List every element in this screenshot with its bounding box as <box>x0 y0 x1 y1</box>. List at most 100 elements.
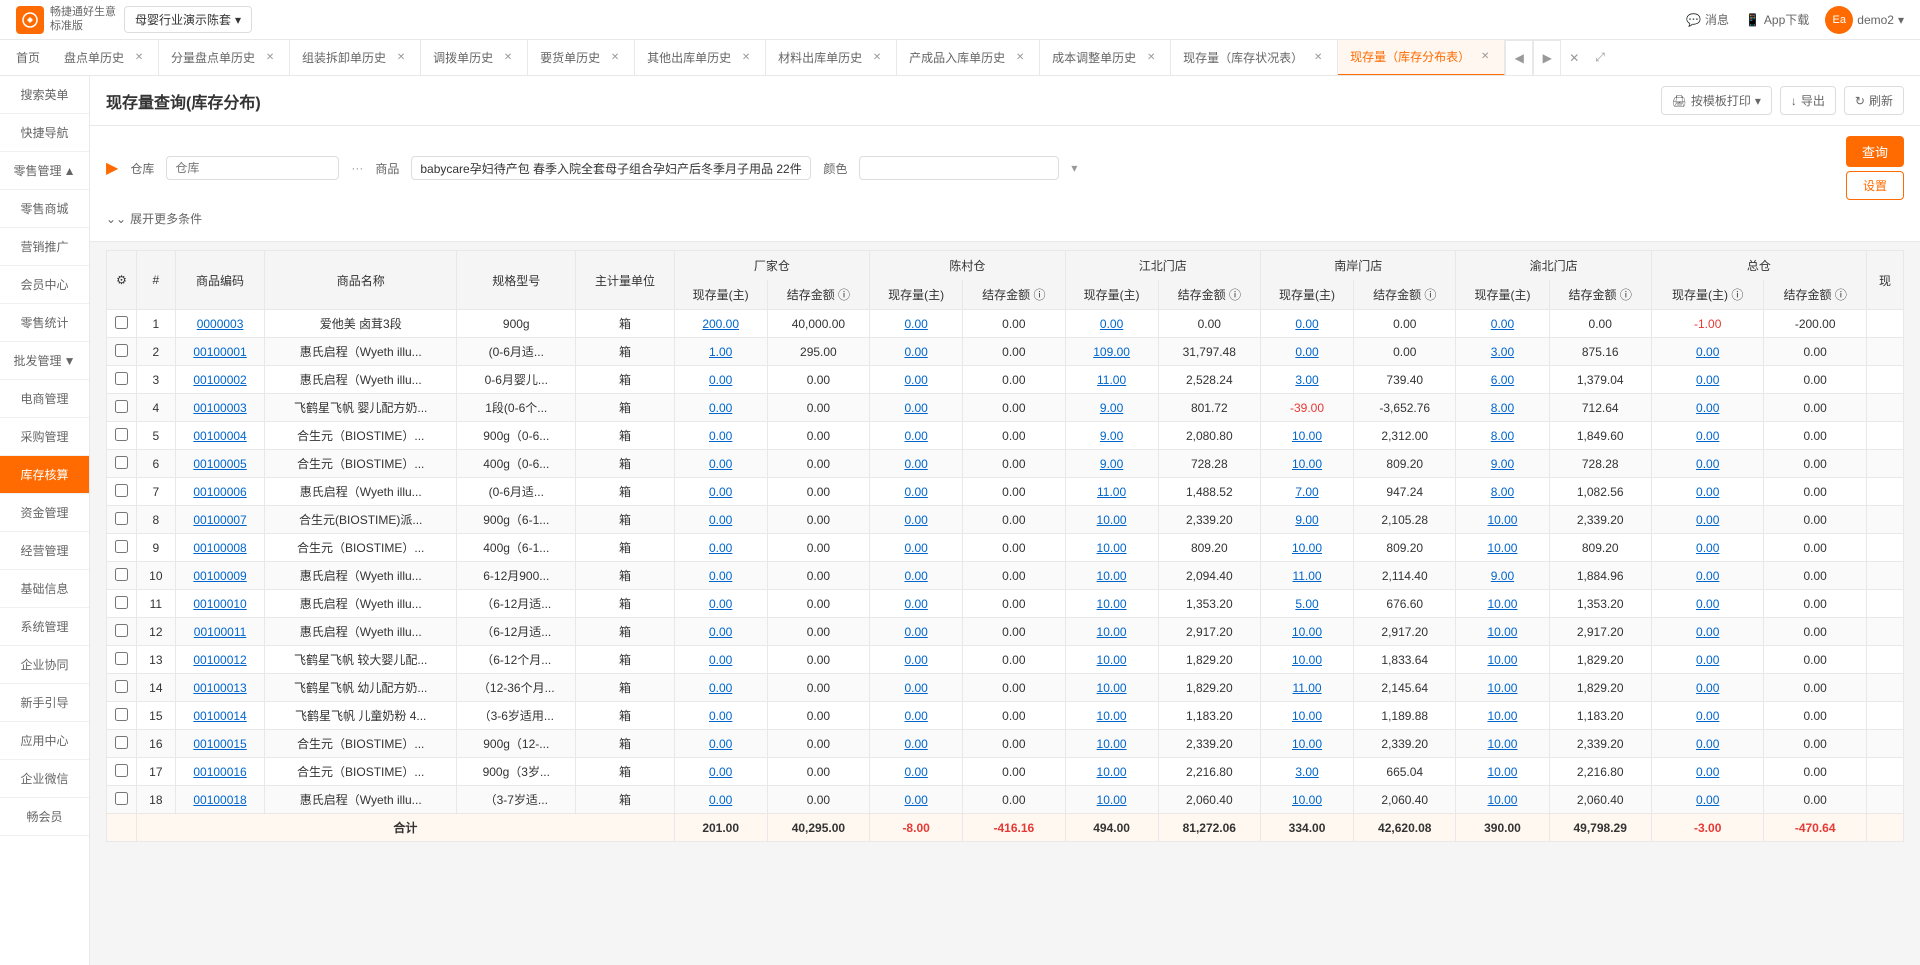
nanan-stock-link[interactable]: 3.00 <box>1295 373 1318 387</box>
jiangbei-stock-link[interactable]: 10.00 <box>1097 541 1127 555</box>
code-link[interactable]: 00100005 <box>193 457 246 471</box>
chen-stock-link[interactable]: 0.00 <box>904 765 927 779</box>
jiangbei-stock-link[interactable]: 10.00 <box>1097 653 1127 667</box>
jiangbei-stock-link[interactable]: 10.00 <box>1097 793 1127 807</box>
yubei-stock-link[interactable]: 10.00 <box>1487 513 1517 527</box>
factory-stock-link[interactable]: 0.00 <box>709 541 732 555</box>
tab-other-out[interactable]: 其他出库单历史 ✕ <box>635 40 766 76</box>
yubei-stock-link[interactable]: 9.00 <box>1491 457 1514 471</box>
user-area[interactable]: Ea demo2 ▾ <box>1825 6 1904 34</box>
sidebar-item-inventory[interactable]: 库存核算 <box>0 456 89 494</box>
jiangbei-stock-link[interactable]: 10.00 <box>1097 737 1127 751</box>
row-checkbox[interactable] <box>115 428 128 441</box>
factory-stock-link[interactable]: 0.00 <box>709 597 732 611</box>
chen-stock-link[interactable]: 0.00 <box>904 429 927 443</box>
cell-checkbox[interactable] <box>107 422 137 450</box>
code-link[interactable]: 00100006 <box>193 485 246 499</box>
factory-stock-link[interactable]: 0.00 <box>709 485 732 499</box>
yubei-stock-link[interactable]: 8.00 <box>1491 401 1514 415</box>
chen-stock-link[interactable]: 0.00 <box>904 401 927 415</box>
total-stock-link[interactable]: 0.00 <box>1696 709 1719 723</box>
jiangbei-stock-link[interactable]: 11.00 <box>1097 485 1126 499</box>
total-stock-link[interactable]: 0.00 <box>1696 429 1719 443</box>
sidebar-item-finance[interactable]: 资金管理 <box>0 494 89 532</box>
settings-button[interactable]: 设置 <box>1846 171 1904 200</box>
tab-cost-adjust[interactable]: 成本调整单历史 ✕ <box>1040 40 1171 76</box>
yubei-stock-link[interactable]: 8.00 <box>1491 485 1514 499</box>
yubei-stock-link[interactable]: 10.00 <box>1487 765 1517 779</box>
app-download-action[interactable]: 📱 App下载 <box>1745 11 1809 28</box>
row-checkbox[interactable] <box>115 344 128 357</box>
nanan-stock-link[interactable]: 10.00 <box>1292 429 1322 443</box>
code-link[interactable]: 00100015 <box>193 737 246 751</box>
nanan-stock-link[interactable]: 5.00 <box>1295 597 1318 611</box>
cell-checkbox[interactable] <box>107 450 137 478</box>
row-checkbox[interactable] <box>115 708 128 721</box>
chen-stock-link[interactable]: 0.00 <box>904 737 927 751</box>
tab-close-purchase[interactable]: ✕ <box>608 51 622 65</box>
tab-close-product-in[interactable]: ✕ <box>1013 51 1027 65</box>
tab-material-out[interactable]: 材料出库单历史 ✕ <box>766 40 897 76</box>
chen-stock-link[interactable]: 0.00 <box>904 317 927 331</box>
code-link[interactable]: 00100014 <box>193 709 246 723</box>
yubei-stock-link[interactable]: 10.00 <box>1487 793 1517 807</box>
total-stock-link[interactable]: 0.00 <box>1696 569 1719 583</box>
row-checkbox[interactable] <box>115 736 128 749</box>
code-link[interactable]: 00100018 <box>193 793 246 807</box>
code-link[interactable]: 0000003 <box>197 317 244 331</box>
factory-stock-link[interactable]: 200.00 <box>702 317 739 331</box>
code-link[interactable]: 00100011 <box>194 625 247 639</box>
tab-product-in[interactable]: 产成品入库单历史 ✕ <box>897 40 1040 76</box>
row-checkbox[interactable] <box>115 540 128 553</box>
sidebar-item-operation[interactable]: 经营管理 <box>0 532 89 570</box>
query-button[interactable]: 查询 <box>1846 136 1904 167</box>
yubei-stock-link[interactable]: 10.00 <box>1487 737 1517 751</box>
yubei-stock-link[interactable]: 10.00 <box>1487 653 1517 667</box>
chen-stock-link[interactable]: 0.00 <box>904 653 927 667</box>
cell-checkbox[interactable] <box>107 562 137 590</box>
code-link[interactable]: 00100008 <box>193 541 246 555</box>
goods-input[interactable] <box>411 156 811 180</box>
yubei-stock-link[interactable]: 9.00 <box>1491 569 1514 583</box>
cell-checkbox[interactable] <box>107 338 137 366</box>
chen-stock-link[interactable]: 0.00 <box>904 373 927 387</box>
row-checkbox[interactable] <box>115 764 128 777</box>
row-checkbox[interactable] <box>115 400 128 413</box>
chen-stock-link[interactable]: 0.00 <box>904 681 927 695</box>
code-link[interactable]: 00100012 <box>193 653 246 667</box>
sidebar-item-wholesale[interactable]: 批发管理 ▼ <box>0 342 89 380</box>
jiangbei-stock-link[interactable]: 10.00 <box>1097 709 1127 723</box>
sidebar-item-retail-stats[interactable]: 零售统计 <box>0 304 89 342</box>
total-stock-link[interactable]: 0.00 <box>1696 541 1719 555</box>
nanan-stock-link[interactable]: 10.00 <box>1292 625 1322 639</box>
code-link[interactable]: 00100007 <box>193 513 246 527</box>
nanan-stock-link[interactable]: 10.00 <box>1292 541 1322 555</box>
tab-expand-btn[interactable]: ⤢ <box>1587 50 1613 65</box>
factory-stock-link[interactable]: 0.00 <box>709 401 732 415</box>
sidebar-item-ecommerce[interactable]: 电商管理 <box>0 380 89 418</box>
cell-checkbox[interactable] <box>107 786 137 814</box>
total-stock-link[interactable]: 0.00 <box>1696 457 1719 471</box>
chen-stock-link[interactable]: 0.00 <box>904 709 927 723</box>
yubei-stock-link[interactable]: 10.00 <box>1487 681 1517 695</box>
expand-conditions-button[interactable]: ⌄⌄ 展开更多条件 <box>106 206 202 231</box>
row-checkbox[interactable] <box>115 372 128 385</box>
tab-stock-sub[interactable]: 分量盘点单历史 ✕ <box>159 40 290 76</box>
code-link[interactable]: 00100010 <box>193 597 246 611</box>
chen-stock-link[interactable]: 0.00 <box>904 569 927 583</box>
nanan-stock-link[interactable]: 11.00 <box>1292 569 1321 583</box>
tab-close-stock-dist[interactable]: ✕ <box>1478 50 1492 64</box>
total-stock-link[interactable]: 0.00 <box>1696 625 1719 639</box>
jiangbei-stock-link[interactable]: 10.00 <box>1097 569 1127 583</box>
tab-close-transfer[interactable]: ✕ <box>501 51 515 65</box>
nanan-stock-link[interactable]: 0.00 <box>1295 345 1318 359</box>
tab-close-stock-sub[interactable]: ✕ <box>263 51 277 65</box>
industry-selector[interactable]: 母婴行业演示陈套 ▾ <box>124 6 252 33</box>
factory-stock-link[interactable]: 0.00 <box>709 709 732 723</box>
yubei-stock-link[interactable]: 10.00 <box>1487 597 1517 611</box>
total-stock-link[interactable]: 0.00 <box>1696 401 1719 415</box>
tab-close-all-btn[interactable]: ✕ <box>1561 51 1587 65</box>
yubei-stock-link[interactable]: 10.00 <box>1487 709 1517 723</box>
cell-checkbox[interactable] <box>107 366 137 394</box>
row-checkbox[interactable] <box>115 596 128 609</box>
